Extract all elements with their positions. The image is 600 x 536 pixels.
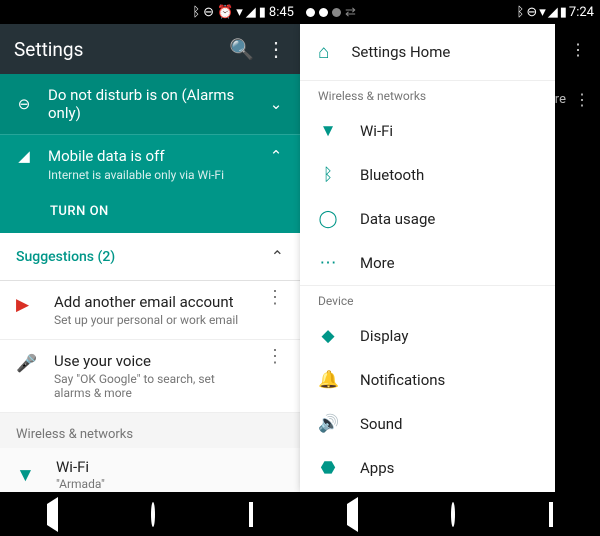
overflow-menu-icon: ⋮ <box>570 40 586 59</box>
gmail-icon: ▶ <box>16 295 38 315</box>
drawer-notifications[interactable]: 🔔 Notifications <box>300 358 555 402</box>
suggestion-sub: Say "OK Google" to search, set alarms & … <box>54 372 250 400</box>
dnd-banner-text: Do not disturb is on (Alarms only) <box>48 86 252 122</box>
alarm-icon: ⏰ <box>217 6 233 19</box>
signal-icon: ◢ <box>548 6 558 19</box>
display-icon: ◆ <box>318 326 338 346</box>
wifi-icon: ▼ <box>318 121 338 141</box>
wifi-icon: ▾ <box>539 6 546 19</box>
drawer-bluetooth[interactable]: ᛒ Bluetooth <box>300 153 555 197</box>
mobile-data-banner[interactable]: ◢ Mobile data is off Internet is availab… <box>0 134 300 194</box>
suggestion-sub: Set up your personal or work email <box>54 313 250 327</box>
wifi-text: Wi-Fi "Armada" <box>56 458 105 491</box>
drawer-item-label: Wi-Fi <box>360 122 393 140</box>
mobile-data-icon: ◢ <box>14 147 34 165</box>
suggestion-add-email[interactable]: ▶ Add another email account Set up your … <box>0 281 300 340</box>
drawer-item-label: More <box>360 254 395 272</box>
drawer-item-label: Sound <box>360 415 402 433</box>
nav-back-icon[interactable] <box>347 504 358 525</box>
chevron-up-icon: ⌃ <box>271 247 284 266</box>
drawer-section-device: Device <box>300 285 555 314</box>
wifi-item[interactable]: ▼ Wi-Fi "Armada" <box>0 448 300 492</box>
nav-home-icon[interactable] <box>451 504 455 525</box>
sound-icon: 🔊 <box>318 414 338 434</box>
suggestions-header[interactable]: Suggestions (2) ⌃ <box>0 233 300 281</box>
drawer-item-label: Notifications <box>360 371 445 389</box>
more-icon: ⋯ <box>318 253 338 273</box>
chevron-down-icon: ⌄ <box>266 95 286 113</box>
nav-recent-icon[interactable] <box>249 504 253 525</box>
drawer-home-label: Settings Home <box>351 43 450 61</box>
dnd-icon: ⊖ <box>526 6 537 19</box>
bluetooth-icon: ᛒ <box>517 6 525 19</box>
suggestion-text: Add another email account Set up your pe… <box>54 293 250 327</box>
app-bar: Settings 🔍 ⋮ <box>0 24 300 74</box>
drawer-item-label: Data usage <box>360 210 435 228</box>
wireless-section-label: Wireless & networks <box>0 413 300 448</box>
search-icon[interactable]: 🔍 <box>229 37 254 61</box>
bell-icon: 🔔 <box>318 370 338 390</box>
battery-icon: ▮ <box>259 6 266 19</box>
suggestions-label: Suggestions (2) <box>16 249 271 265</box>
dnd-banner-icon: ⊖ <box>14 95 34 113</box>
bluetooth-icon: ᛒ <box>318 165 338 185</box>
nav-back-icon[interactable] <box>47 504 58 525</box>
notification-dot-icon <box>332 8 341 17</box>
notification-dot-icon <box>306 8 315 17</box>
clock-text: 8:45 <box>269 6 294 19</box>
mobile-data-sub: Internet is available only via Wi-Fi <box>48 168 252 182</box>
clock-text: 7:24 <box>569 6 594 19</box>
nav-recent-icon[interactable] <box>549 504 553 525</box>
nav-bar <box>0 492 300 536</box>
drawer-item-label: Display <box>360 327 408 345</box>
mic-icon: 🎤 <box>16 354 38 374</box>
status-bar: ᛒ ⊖ ⏰ ▾ ◢ ▮ 8:45 <box>0 0 300 24</box>
wifi-title: Wi-Fi <box>56 458 105 476</box>
data-usage-icon: ◯ <box>318 209 338 229</box>
drawer-apps[interactable]: ⬣ Apps <box>300 446 555 490</box>
wifi-icon: ▼ <box>16 463 38 487</box>
drawer-wifi[interactable]: ▼ Wi-Fi <box>300 109 555 153</box>
settings-content: ⊖ Do not disturb is on (Alarms only) ⌄ ◢… <box>0 74 300 492</box>
suggestion-text: Use your voice Say "OK Google" to search… <box>54 352 250 400</box>
nav-home-icon[interactable] <box>151 504 155 525</box>
drawer-sound[interactable]: 🔊 Sound <box>300 402 555 446</box>
status-bar: ⇄ ᛒ ⊖ ▾ ◢ ▮ 7:24 <box>300 0 600 24</box>
suggestion-title: Use your voice <box>54 352 250 370</box>
mobile-data-text: Mobile data is off Internet is available… <box>48 147 252 182</box>
dnd-banner[interactable]: ⊖ Do not disturb is on (Alarms only) ⌄ <box>0 74 300 134</box>
suggestion-menu-icon[interactable]: ⋮ <box>266 293 284 302</box>
apps-icon: ⬣ <box>318 458 338 478</box>
drawer-home[interactable]: ⌂ Settings Home <box>300 24 555 80</box>
turn-on-button[interactable]: TURN ON <box>0 194 300 233</box>
overflow-menu-icon[interactable]: ⋮ <box>266 37 286 61</box>
drawer-more[interactable]: ⋯ More <box>300 241 555 285</box>
home-icon: ⌂ <box>318 40 329 64</box>
nav-bar <box>300 492 600 536</box>
overflow-menu-icon: ⋮ <box>574 90 590 109</box>
notification-dot-icon <box>319 8 328 17</box>
wifi-icon: ▾ <box>236 6 243 19</box>
mobile-data-title: Mobile data is off <box>48 147 252 165</box>
page-title: Settings <box>14 38 217 61</box>
suggestion-voice[interactable]: 🎤 Use your voice Say "OK Google" to sear… <box>0 340 300 413</box>
suggestion-title: Add another email account <box>54 293 250 311</box>
battery-icon: ▮ <box>560 6 567 19</box>
navigation-drawer: ⌂ Settings Home Wireless & networks ▼ Wi… <box>300 24 555 492</box>
signal-icon: ◢ <box>246 6 256 19</box>
wifi-sub: "Armada" <box>56 477 105 491</box>
phone-settings-drawer: ⇄ ᛒ ⊖ ▾ ◢ ▮ 7:24 🔍 ⋮ s & more ⋮ ⌂ Settin… <box>300 0 600 536</box>
chevron-up-icon: ⌃ <box>266 147 286 165</box>
drawer-display[interactable]: ◆ Display <box>300 314 555 358</box>
dnd-icon: ⊖ <box>203 6 214 19</box>
drawer-data-usage[interactable]: ◯ Data usage <box>300 197 555 241</box>
drawer-item-label: Bluetooth <box>360 166 424 184</box>
drawer-item-label: Apps <box>360 459 394 477</box>
phone-settings-main: ᛒ ⊖ ⏰ ▾ ◢ ▮ 8:45 Settings 🔍 ⋮ ⊖ Do not d… <box>0 0 300 536</box>
drawer-section-wireless: Wireless & networks <box>300 80 555 109</box>
bluetooth-icon: ᛒ <box>192 6 200 19</box>
status-banners: ⊖ Do not disturb is on (Alarms only) ⌄ ◢… <box>0 74 300 233</box>
cast-icon: ⇄ <box>345 6 356 19</box>
suggestion-menu-icon[interactable]: ⋮ <box>266 352 284 361</box>
